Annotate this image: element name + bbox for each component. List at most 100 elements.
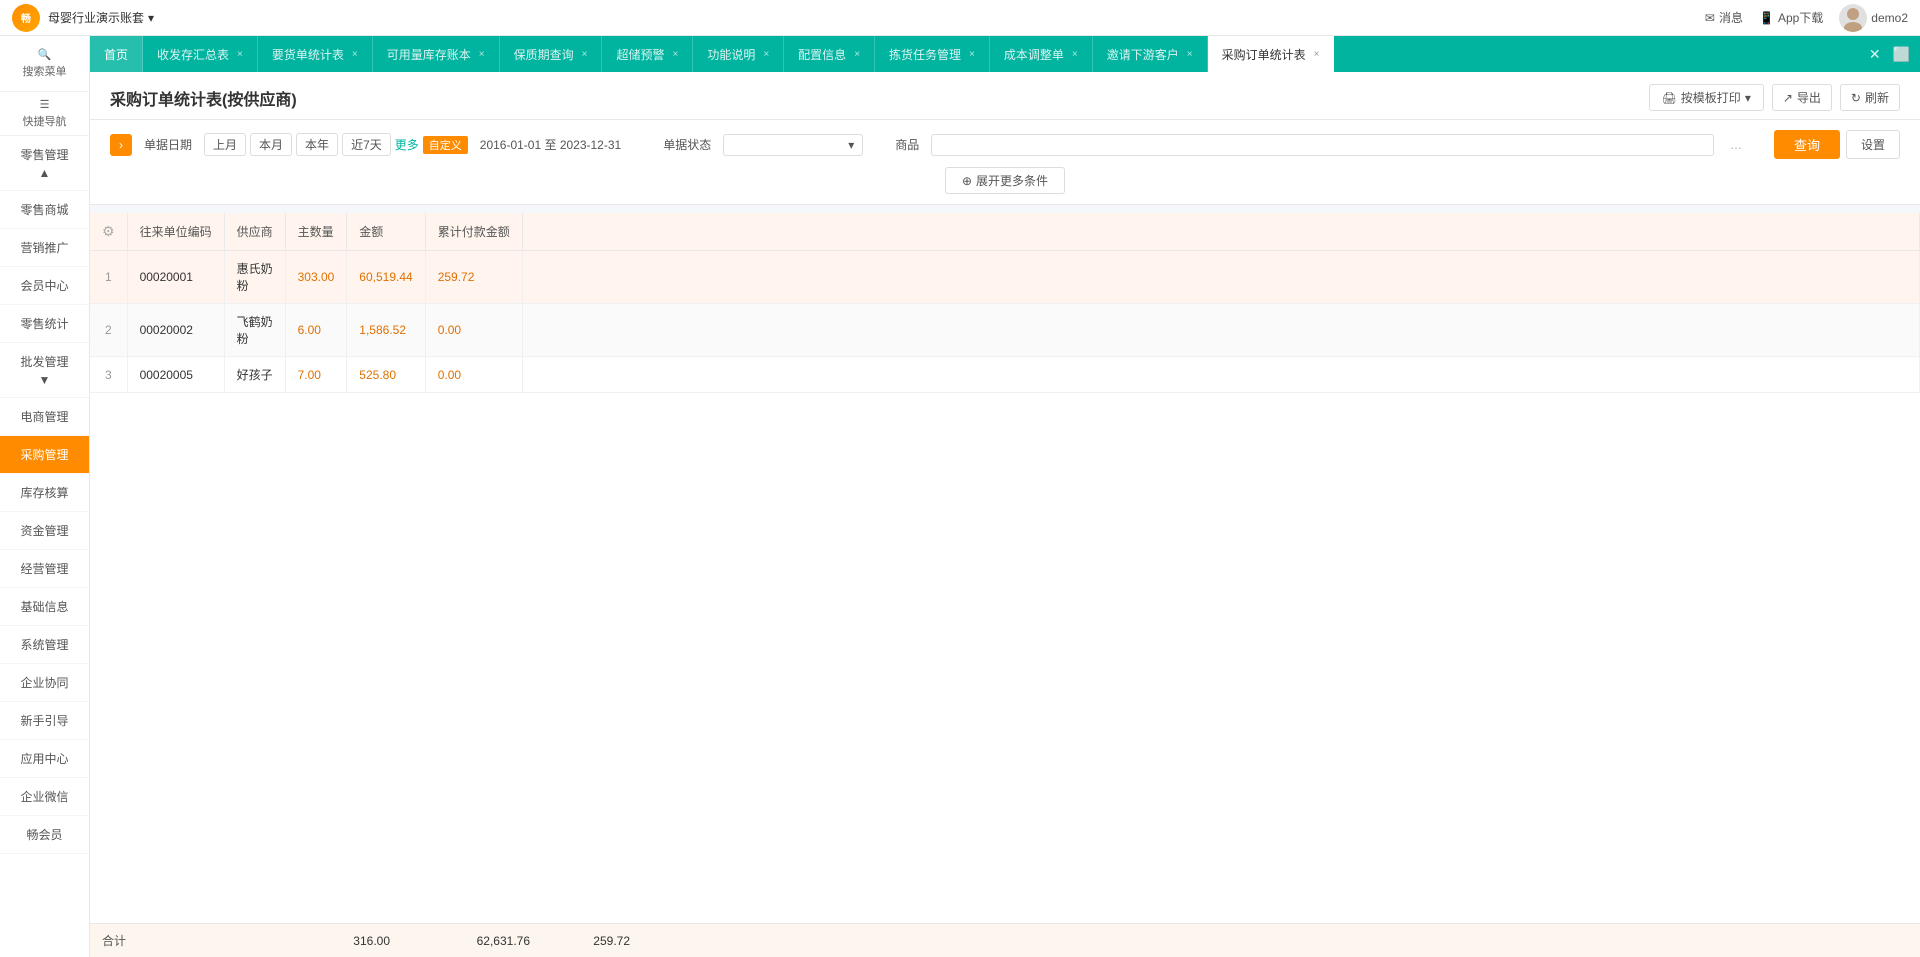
tab-order-stats-close[interactable]: ×: [352, 49, 358, 60]
tab-cost-adjust-close[interactable]: ×: [1072, 49, 1078, 60]
tab-purchase-stats-close[interactable]: ×: [1314, 49, 1320, 60]
tab-overstock[interactable]: 超储预警 ×: [602, 36, 693, 72]
tab-order-stats[interactable]: 要货单统计表 ×: [258, 36, 373, 72]
sidebar-item-retail-stats[interactable]: 零售统计: [0, 305, 89, 343]
row1-qty[interactable]: 303.00: [285, 251, 347, 304]
sidebar-item-enterprise-wechat[interactable]: 企业微信: [0, 778, 89, 816]
tab-stock-book-close[interactable]: ×: [479, 49, 485, 60]
footer-qty: 316.00: [222, 934, 402, 948]
row3-paid-link[interactable]: 0.00: [438, 368, 461, 382]
sidebar-item-new-guide[interactable]: 新手引导: [0, 702, 89, 740]
settings-button[interactable]: 设置: [1846, 130, 1900, 159]
row2-qty[interactable]: 6.00: [285, 304, 347, 357]
sidebar-item-purchase-mgmt[interactable]: 采购管理: [0, 436, 89, 474]
goods-more-icon[interactable]: …: [1726, 138, 1746, 152]
tab-pick-task[interactable]: 拣货任务管理 ×: [875, 36, 990, 72]
print-icon: 🖨: [1662, 91, 1677, 105]
row3-qty[interactable]: 7.00: [285, 357, 347, 393]
refresh-label: 刷新: [1865, 89, 1889, 106]
sidebar-item-member-center[interactable]: 会员中心: [0, 267, 89, 305]
workspace-selector[interactable]: 母婴行业演示账套 ▾: [48, 9, 154, 26]
row1-code: 00020001: [127, 251, 224, 304]
date-more-label[interactable]: 更多: [395, 136, 419, 153]
goods-input[interactable]: [931, 134, 1714, 156]
col-settings[interactable]: ⚙: [90, 213, 127, 251]
sidebar-item-marketing[interactable]: 营销推广: [0, 229, 89, 267]
tab-order-stats-label: 要货单统计表: [272, 46, 344, 63]
export-button[interactable]: ↗ 导出: [1772, 84, 1832, 111]
sidebar-item-retail-mgmt[interactable]: 零售管理 ▲: [0, 136, 89, 191]
sidebar-item-enterprise-collab[interactable]: 企业协同: [0, 664, 89, 702]
date-shortcuts: 上月 本月 本年 近7天 更多 自定义: [204, 133, 468, 156]
quick-nav-button[interactable]: ☰ 快捷导航: [0, 92, 89, 136]
row1-paid[interactable]: 259.72: [425, 251, 522, 304]
tab-config[interactable]: 配置信息 ×: [784, 36, 875, 72]
row2-amount[interactable]: 1,586.52: [347, 304, 425, 357]
row2-code: 00020002: [127, 304, 224, 357]
tab-config-close[interactable]: ×: [854, 49, 860, 60]
tab-purchase-stats[interactable]: 采购订单统计表 ×: [1208, 36, 1335, 72]
tab-home[interactable]: 首页: [90, 36, 143, 72]
date-btn-this-month[interactable]: 本月: [250, 133, 292, 156]
row3-paid[interactable]: 0.00: [425, 357, 522, 393]
row3-amount[interactable]: 525.80: [347, 357, 425, 393]
tab-overstock-close[interactable]: ×: [672, 49, 678, 60]
tab-pick-task-label: 拣货任务管理: [889, 46, 961, 63]
tab-pick-task-close[interactable]: ×: [969, 49, 975, 60]
expand-filter-button[interactable]: ⊕ 展开更多条件: [945, 167, 1065, 194]
row1-amount-link[interactable]: 60,519.44: [359, 270, 412, 284]
row3-code: 00020005: [127, 357, 224, 393]
row1-amount[interactable]: 60,519.44: [347, 251, 425, 304]
sidebar-item-wholesale-mgmt[interactable]: 批发管理 ▼: [0, 343, 89, 398]
retail-stats-label: 零售统计: [20, 315, 68, 332]
date-btn-last-month[interactable]: 上月: [204, 133, 246, 156]
date-btn-7days[interactable]: 近7天: [342, 133, 391, 156]
tab-features[interactable]: 功能说明 ×: [693, 36, 784, 72]
date-btn-this-year[interactable]: 本年: [296, 133, 338, 156]
sidebar-item-inventory[interactable]: 库存核算: [0, 474, 89, 512]
sidebar-item-system-mgmt[interactable]: 系统管理: [0, 626, 89, 664]
search-icon: 🔍: [38, 48, 52, 61]
sidebar-item-retail-store[interactable]: 零售商城: [0, 191, 89, 229]
app-download-button[interactable]: 📱 App下载: [1759, 9, 1823, 26]
row1-paid-link[interactable]: 259.72: [438, 270, 475, 284]
tab-maximize-button[interactable]: ⬜: [1891, 44, 1912, 65]
query-button[interactable]: 查询: [1774, 130, 1840, 159]
sidebar-item-app-center[interactable]: 应用中心: [0, 740, 89, 778]
custom-date-badge[interactable]: 自定义: [423, 136, 468, 154]
user-profile[interactable]: demo2: [1839, 4, 1908, 32]
tab-shelf-life[interactable]: 保质期查询 ×: [500, 36, 603, 72]
tab-receive-summary[interactable]: 收发存汇总表 ×: [143, 36, 258, 72]
row1-qty-link[interactable]: 303.00: [298, 270, 335, 284]
app-download-label: App下载: [1778, 9, 1823, 26]
message-button[interactable]: ✉ 消息: [1705, 9, 1743, 26]
row2-paid[interactable]: 0.00: [425, 304, 522, 357]
tab-invite-downstream[interactable]: 邀请下游客户 ×: [1093, 36, 1208, 72]
tab-close-all-button[interactable]: ✕: [1867, 44, 1883, 65]
tab-invite-downstream-close[interactable]: ×: [1187, 49, 1193, 60]
refresh-button[interactable]: ↻ 刷新: [1840, 84, 1900, 111]
search-menu-button[interactable]: 🔍 搜索菜单: [6, 44, 83, 83]
filter-toggle-button[interactable]: ›: [110, 134, 132, 156]
row2-amount-link[interactable]: 1,586.52: [359, 323, 406, 337]
sidebar-item-basic-info[interactable]: 基础信息: [0, 588, 89, 626]
tab-features-close[interactable]: ×: [763, 49, 769, 60]
sidebar-item-finance[interactable]: 资金管理: [0, 512, 89, 550]
row3-qty-link[interactable]: 7.00: [298, 368, 321, 382]
tab-stock-book[interactable]: 可用量库存账本 ×: [373, 36, 500, 72]
sidebar-item-ecommerce[interactable]: 电商管理: [0, 398, 89, 436]
template-print-button[interactable]: 🖨 按模板打印 ▾: [1649, 84, 1764, 111]
tab-receive-summary-close[interactable]: ×: [237, 49, 243, 60]
table-container: ⚙ 往来单位编码 供应商 主数量 金额 累计付款金额 1 00020001: [90, 213, 1920, 568]
goods-input-field[interactable]: [940, 138, 1705, 152]
tab-cost-adjust[interactable]: 成本调整单 ×: [990, 36, 1093, 72]
tab-shelf-life-close[interactable]: ×: [582, 49, 588, 60]
sidebar-item-operations[interactable]: 经营管理: [0, 550, 89, 588]
status-select[interactable]: ▾: [723, 134, 863, 156]
row2-qty-link[interactable]: 6.00: [298, 323, 321, 337]
row3-amount-link[interactable]: 525.80: [359, 368, 396, 382]
sidebar-item-member-vip[interactable]: 畅会员: [0, 816, 89, 854]
message-label: 消息: [1719, 9, 1743, 26]
row2-paid-link[interactable]: 0.00: [438, 323, 461, 337]
template-print-label: 按模板打印: [1681, 89, 1741, 106]
